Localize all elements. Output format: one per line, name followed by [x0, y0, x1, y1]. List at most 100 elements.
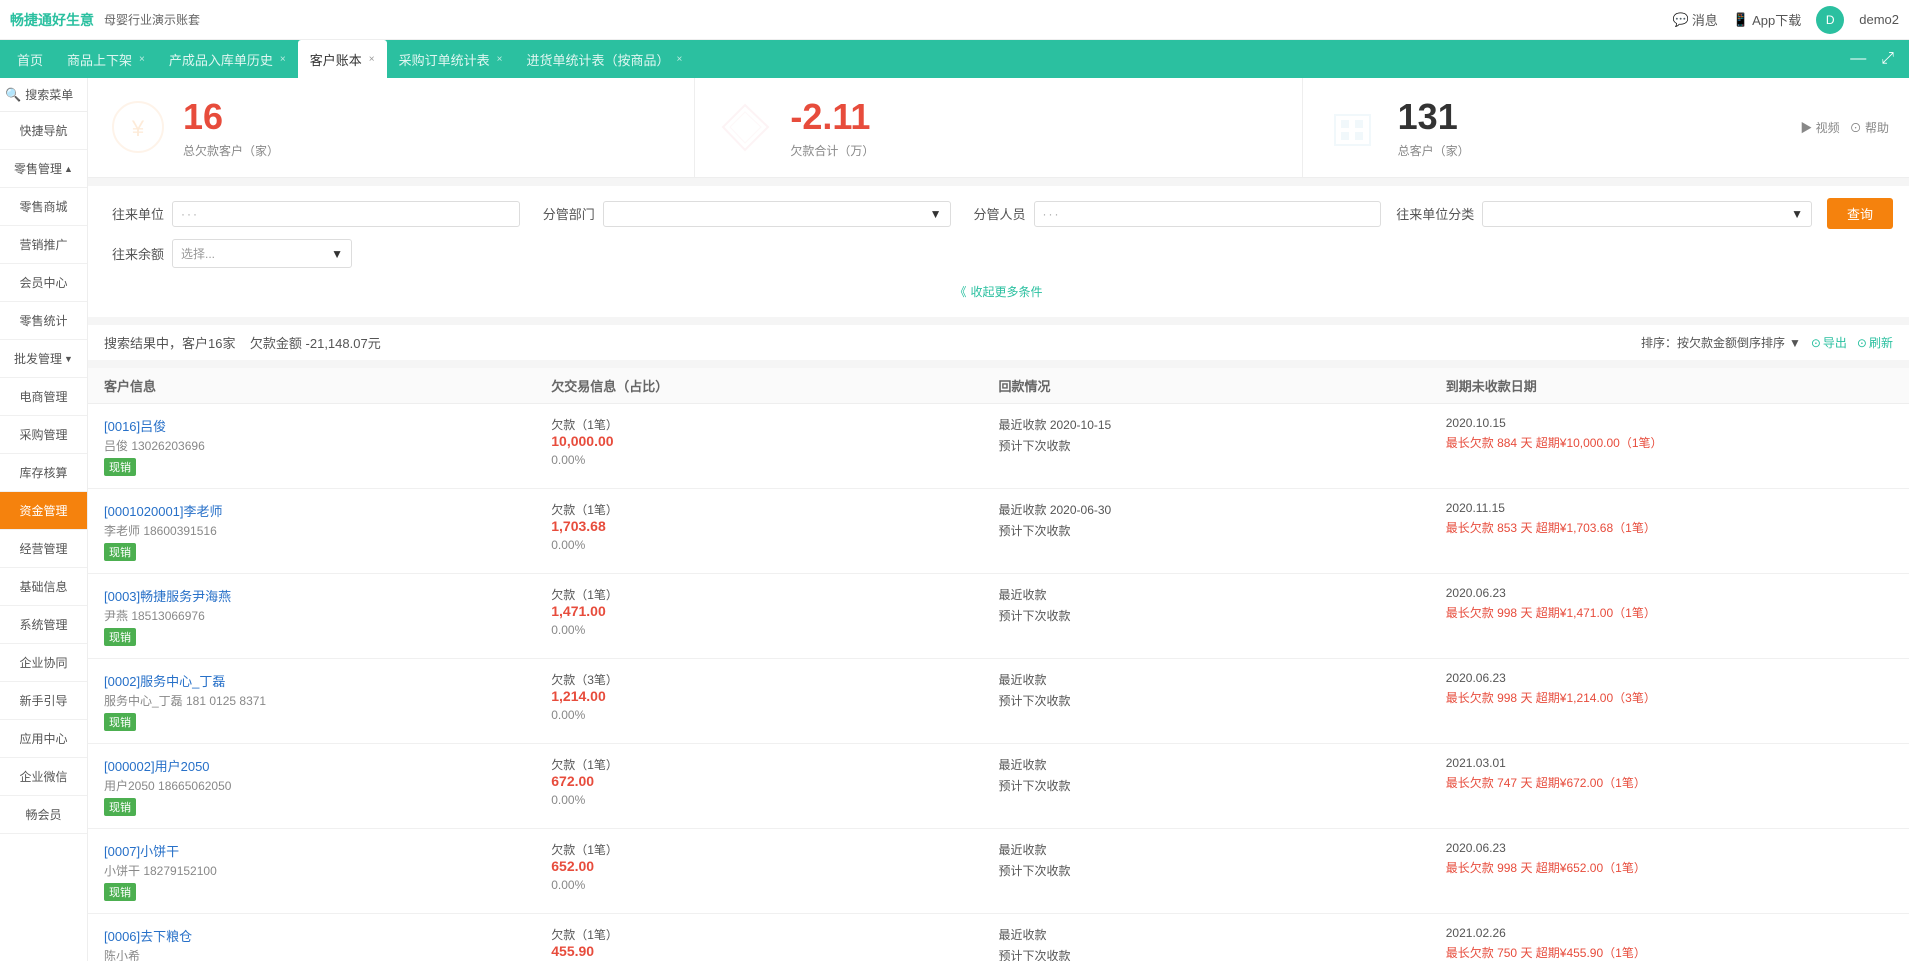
debt-label: 欠款（1笔） — [551, 926, 998, 943]
sidebar-item-member-vip[interactable]: 畅会员 — [0, 796, 87, 834]
tab-close-icon[interactable]: × — [369, 54, 375, 65]
main-layout: 🔍 搜索菜单 快捷导航 零售管理 ▲ 零售商城 营销推广 会员中心 零售统计 批… — [0, 78, 1909, 961]
client-tag: 现销 — [104, 798, 136, 816]
messages-btn[interactable]: 💬 消息 — [1673, 10, 1718, 29]
client-info-cell: [0016]吕俊 吕俊 13026203696 现销 — [104, 416, 551, 476]
sidebar-item-member-center[interactable]: 会员中心 — [0, 264, 87, 302]
table-row: [0007]小饼干 小饼干 18279152100 现销 欠款（1笔） 652.… — [88, 829, 1909, 914]
tab-purchase-order[interactable]: 采购订单统计表 × — [387, 40, 515, 78]
sort-chevron-icon: ▼ — [1789, 336, 1801, 350]
debt-label: 欠款（1笔） — [551, 416, 998, 433]
tab-close-icon[interactable]: × — [497, 54, 503, 65]
return-next: 预计下次收款 — [999, 947, 1446, 961]
client-id-link[interactable]: [0016]吕俊 — [104, 419, 166, 434]
sidebar-item-business[interactable]: 经营管理 — [0, 530, 87, 568]
filter-select-balance[interactable]: 选择... ▼ — [172, 239, 352, 268]
return-next: 预计下次收款 — [999, 692, 1446, 709]
top-bar: 畅捷通好生意 母婴行业演示账套 💬 消息 📱 App下载 D demo2 — [0, 0, 1909, 40]
sidebar-item-inventory[interactable]: 库存核算 — [0, 454, 87, 492]
debt-info-cell: 欠款（1笔） 672.00 0.00% — [551, 756, 998, 807]
client-tag: 现销 — [104, 458, 136, 476]
client-id-link[interactable]: [0002]服务中心_丁磊 — [104, 674, 225, 689]
sidebar-item-ecommerce[interactable]: 电商管理 — [0, 378, 87, 416]
sort-label: 排序：按欠款金额倒序排序 — [1641, 334, 1785, 351]
sidebar-item-marketing[interactable]: 营销推广 — [0, 226, 87, 264]
refresh-button[interactable]: ⊙ 刷新 — [1857, 334, 1893, 351]
due-date-cell: 2020.06.23 最长欠款 998 天 超期¥652.00（1笔） — [1446, 841, 1893, 876]
filter-person: 分管人员 ··· — [966, 201, 1382, 227]
overdue-info: 最长欠款 998 天 超期¥652.00（1笔） — [1446, 859, 1893, 876]
filter-select-unit-cat[interactable]: ▼ — [1482, 201, 1812, 227]
sort-selector[interactable]: 排序：按欠款金额倒序排序 ▼ — [1641, 334, 1801, 351]
tab-product-on-off[interactable]: 商品上下架 × — [55, 40, 157, 78]
sidebar-item-enterprise-wechat[interactable]: 企业微信 — [0, 758, 87, 796]
tab-close-icon[interactable]: × — [280, 54, 286, 65]
sidebar-item-enterprise-collab[interactable]: 企业协同 — [0, 644, 87, 682]
sidebar-item-finance[interactable]: 资金管理 — [0, 492, 87, 530]
video-btn[interactable]: ▶ 视频 — [1800, 119, 1839, 136]
sidebar-item-retail-stats[interactable]: 零售统计 — [0, 302, 87, 340]
tab-close-icon[interactable]: × — [676, 54, 682, 65]
filter-select-dept[interactable]: ▼ — [603, 201, 951, 227]
client-id-link[interactable]: [0006]去下粮仓 — [104, 929, 192, 944]
debt-percent: 0.00% — [551, 878, 998, 892]
summary-card-debt: -2.11 欠款合计（万） — [695, 78, 1302, 177]
tab-production-history[interactable]: 产成品入库单历史 × — [157, 40, 298, 78]
client-id-link[interactable]: [000002]用户2050 — [104, 759, 210, 774]
client-id-link[interactable]: [0007]小饼干 — [104, 844, 179, 859]
client-id-link[interactable]: [0001020001]李老师 — [104, 504, 223, 519]
app-download-btn[interactable]: 📱 App下载 — [1733, 10, 1801, 29]
filter-dept: 分管部门 ▼ — [535, 201, 951, 227]
due-date-cell: 2021.03.01 最长欠款 747 天 超期¥672.00（1笔） — [1446, 756, 1893, 791]
sidebar-item-system[interactable]: 系统管理 — [0, 606, 87, 644]
due-date: 2021.03.01 — [1446, 756, 1893, 770]
client-info-cell: [0007]小饼干 小饼干 18279152100 现销 — [104, 841, 551, 901]
client-phone: 吕俊 13026203696 — [104, 437, 551, 454]
username[interactable]: demo2 — [1859, 12, 1899, 27]
debt-percent: 0.00% — [551, 453, 998, 467]
summary-card-total: 131 总客户（家） ▶ 视频 ⊙ 帮助 — [1303, 78, 1909, 177]
client-phone: 用户2050 18665062050 — [104, 777, 551, 794]
filter-input-source[interactable]: ··· — [172, 201, 520, 227]
debt-info-cell: 欠款（1笔） 652.00 0.00% — [551, 841, 998, 892]
sidebar-item-basic-info[interactable]: 基础信息 — [0, 568, 87, 606]
client-phone: 李老师 18600391516 — [104, 522, 551, 539]
export-button[interactable]: ⊙ 导出 — [1811, 334, 1847, 351]
debt-label: 欠款（1笔） — [551, 501, 998, 518]
sidebar-search[interactable]: 🔍 搜索菜单 — [0, 78, 87, 112]
card-icon-diamond — [715, 98, 775, 158]
debt-info-cell: 欠款（1笔） 1,471.00 0.00% — [551, 586, 998, 637]
sidebar-item-new-guide[interactable]: 新手引导 — [0, 682, 87, 720]
top-bar-right: 💬 消息 📱 App下载 D demo2 — [1673, 6, 1899, 34]
return-last: 最近收款 — [999, 926, 1446, 943]
client-tag: 现销 — [104, 883, 136, 901]
collapse-button[interactable]: 《 收起更多条件 — [104, 278, 1893, 305]
search-button[interactable]: 查询 — [1827, 198, 1893, 229]
top-bar-left: 畅捷通好生意 母婴行业演示账套 — [10, 10, 200, 30]
tab-purchase-stats[interactable]: 进货单统计表（按商品） × — [514, 40, 694, 78]
return-info-cell: 最近收款 2020-10-15 预计下次收款 — [999, 416, 1446, 454]
sidebar-item-app-center[interactable]: 应用中心 — [0, 720, 87, 758]
filter-input-person[interactable]: ··· — [1034, 201, 1382, 227]
tab-minimize-btn[interactable]: — — [1845, 48, 1871, 70]
debt-amount: 672.00 — [551, 773, 998, 789]
user-avatar[interactable]: D — [1816, 6, 1844, 34]
tab-product-label: 商品上下架 — [67, 50, 132, 69]
tab-purchase-stats-label: 进货单统计表（按商品） — [526, 50, 669, 69]
tab-home[interactable]: 首页 — [5, 40, 55, 78]
filter-balance: 往来余额 选择... ▼ — [104, 239, 1893, 268]
filter-label-person: 分管人员 — [966, 204, 1026, 223]
sidebar-item-retail-mall[interactable]: 零售商城 — [0, 188, 87, 226]
help-btn[interactable]: ⊙ 帮助 — [1850, 119, 1889, 136]
due-date: 2020.06.23 — [1446, 671, 1893, 685]
sidebar-item-retail-mgmt[interactable]: 零售管理 ▲ — [0, 150, 87, 188]
sidebar-item-purchase[interactable]: 采购管理 — [0, 416, 87, 454]
tab-maximize-btn[interactable]: ⤢ — [1876, 48, 1899, 70]
filter-label-dept: 分管部门 — [535, 204, 595, 223]
tab-customer-account[interactable]: 客户账本 × — [298, 40, 387, 78]
col-header-due: 到期未收款日期 — [1446, 376, 1893, 395]
sidebar-item-batch-mgmt[interactable]: 批发管理 ▼ — [0, 340, 87, 378]
client-id-link[interactable]: [0003]畅捷服务尹海燕 — [104, 589, 231, 604]
sidebar-item-quick-nav[interactable]: 快捷导航 — [0, 112, 87, 150]
tab-close-icon[interactable]: × — [139, 54, 145, 65]
